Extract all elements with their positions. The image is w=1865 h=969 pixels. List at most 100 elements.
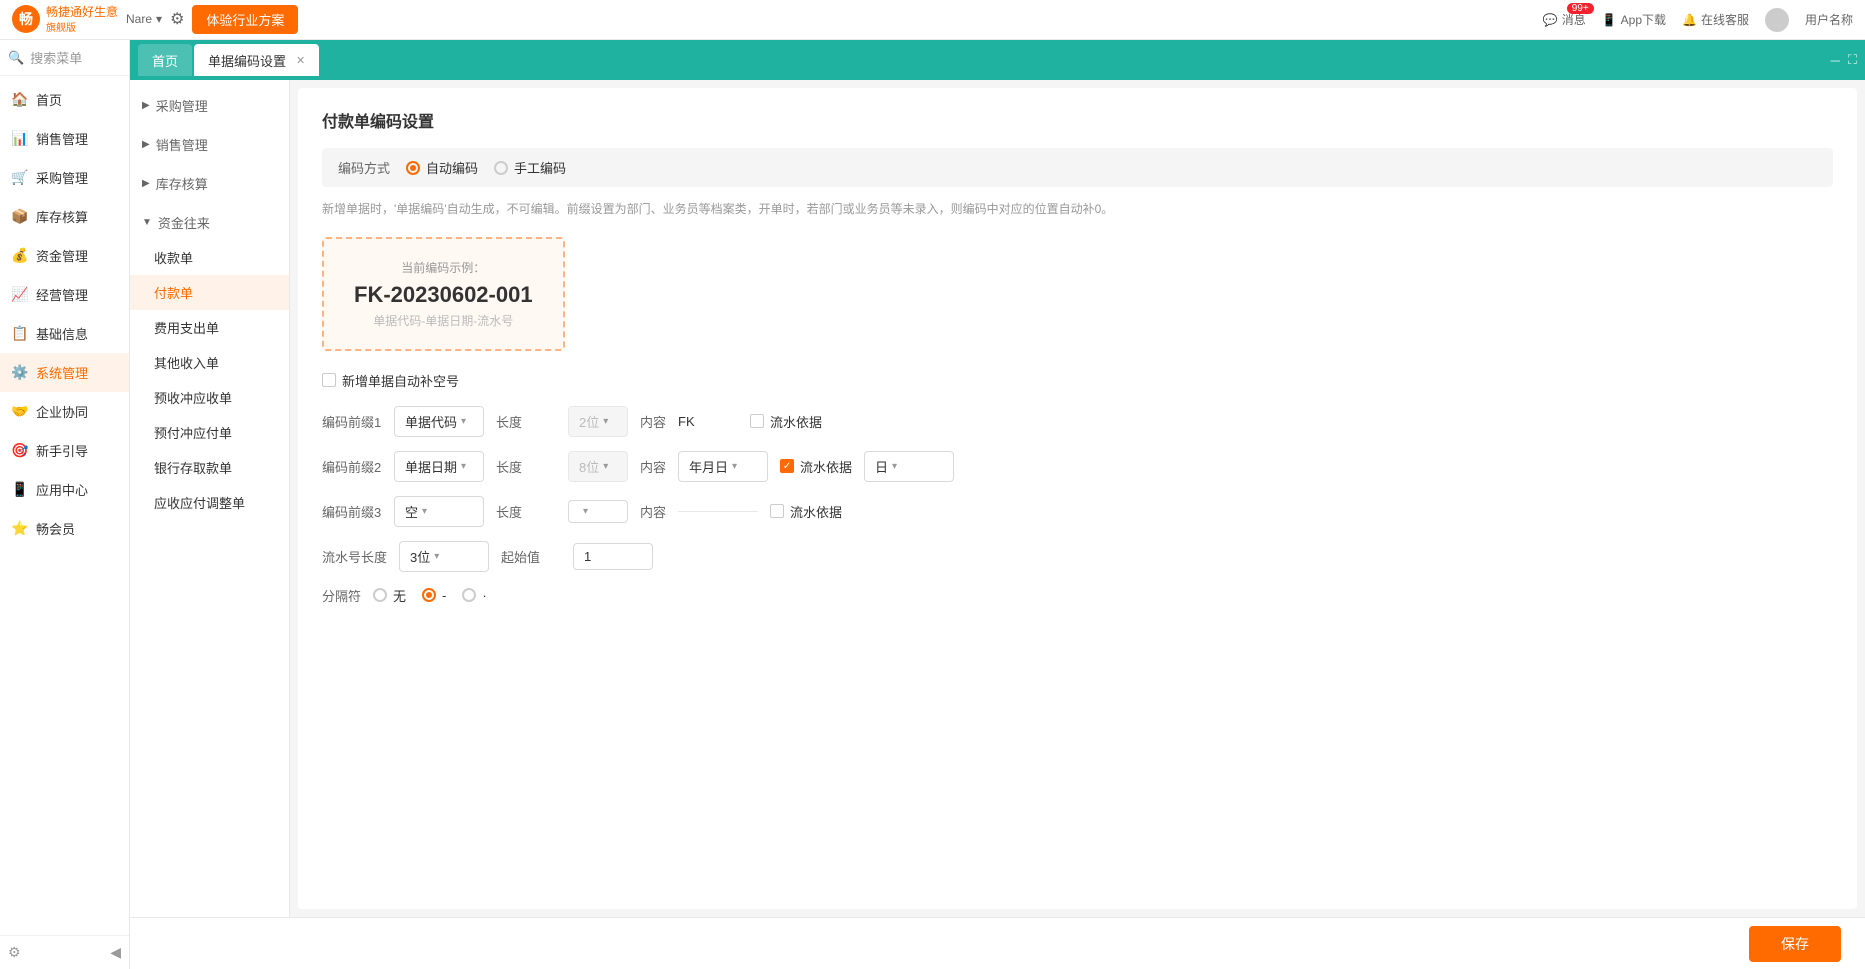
arrow-right-icon: ▶ [142,100,150,111]
sub-group-purchase-title[interactable]: ▶ 采购管理 [130,88,289,123]
sub-item-expense[interactable]: 费用支出单 [130,310,289,345]
sidebar-item-member[interactable]: ⭐ 畅会员 [0,509,129,548]
sidebar-item-basic[interactable]: 📋 基础信息 [0,314,129,353]
prefix2-serial-check[interactable]: ✓ 流水依据 [780,457,852,476]
prefix2-arrow: ▾ [461,461,466,472]
workspace-dropdown[interactable]: Nare ▾ [126,12,162,26]
prefix3-serial-check[interactable]: 流水依据 [770,502,842,521]
prefix1-select[interactable]: 单据代码 ▾ [394,406,484,437]
prefix1-length-value: 2位 [579,412,599,431]
sidebar-item-apps[interactable]: 📱 应用中心 [0,470,129,509]
sub-group-capital: ▼ 资金往来 收款单 付款单 费用支出单 其他收入单 预收冲应收单 预付冲应付单… [130,205,289,520]
user-avatar[interactable] [1765,8,1789,32]
sidebar-item-purchase[interactable]: 🛒 采购管理 [0,158,129,197]
settings-bottom-icon[interactable]: ⚙ [8,944,21,961]
prefix3-length-select[interactable]: ▾ [568,500,628,523]
tab-home[interactable]: 首页 [138,44,192,76]
sidebar-search[interactable]: 🔍 搜索菜单 [0,40,129,76]
preview-label: 当前编码示例： [401,259,485,276]
sidebar-item-inventory[interactable]: 📦 库存核算 [0,197,129,236]
sidebar-item-enterprise[interactable]: 🤝 企业协同 [0,392,129,431]
arrow-right-icon-2: ▶ [142,139,150,150]
prefix1-value: 单据代码 [405,412,457,431]
prefix2-row: 编码前缀2 单据日期 ▾ 长度 8位 ▾ 内容 年月日 ▾ [322,451,1833,482]
info-text: 新增单据时，'单据编码'自动生成，不可编辑。前缀设置为部门、业务员等档案类，开单… [322,199,1833,221]
arrow-right-icon-3: ▶ [142,178,150,189]
sidebar-item-system[interactable]: ⚙️ 系统管理 [0,353,129,392]
sep-other-radio [462,588,476,602]
sidebar-item-home[interactable]: 🏠 首页 [0,80,129,119]
prefix2-length-select: 8位 ▾ [568,451,628,482]
prefix2-serial-checkbox[interactable]: ✓ [780,459,794,473]
separator-other[interactable]: · [462,588,486,603]
sidebar-label-system: 系统管理 [36,363,88,382]
page-title: 付款单编码设置 [322,108,1833,132]
home-icon: 🏠 [12,92,28,108]
settings-icon[interactable]: ⚙ [170,9,184,29]
prefix2-content-select[interactable]: 年月日 ▾ [678,451,768,482]
radio-manual-label: 手工编码 [514,158,566,177]
separator-none[interactable]: 无 [373,586,406,605]
sub-item-bank-deposit[interactable]: 银行存取款单 [130,450,289,485]
sub-group-inventory-title[interactable]: ▶ 库存核算 [130,166,289,201]
service-button[interactable]: 🔔 在线客服 [1682,11,1749,28]
topbar-right: 💬 消息 99+ 📱 App下载 🔔 在线客服 用户名称 [1543,8,1853,32]
sidebar-item-operation[interactable]: 📈 经营管理 [0,275,129,314]
topbar-controls: Nare ▾ ⚙ 体验行业方案 [126,5,298,34]
separator-options: 无 - · [373,586,487,605]
sidebar-item-guide[interactable]: 🎯 新手引导 [0,431,129,470]
prefix2-select[interactable]: 单据日期 ▾ [394,451,484,482]
prefix1-serial-check[interactable]: 流水依据 [750,412,822,431]
app-download-button[interactable]: 📱 App下载 [1602,11,1666,28]
prefix3-serial-label: 流水依据 [790,502,842,521]
sub-group-sales-title[interactable]: ▶ 销售管理 [130,127,289,162]
sub-group-capital-label: 资金往来 [158,213,210,232]
operation-icon: 📈 [12,287,28,303]
prefix3-select[interactable]: 空 ▾ [394,496,484,527]
start-value-input[interactable] [573,543,653,570]
trial-button[interactable]: 体验行业方案 [192,5,298,34]
collapse-icon[interactable]: ◀ [110,944,121,961]
separator-dot[interactable]: - [422,588,446,603]
sidebar-nav: 🏠 首页 📊 销售管理 🛒 采购管理 📦 库存核算 💰 资金管理 📈 经 [0,76,129,935]
sub-group-capital-title[interactable]: ▼ 资金往来 [130,205,289,240]
prefix1-serial-checkbox[interactable] [750,414,764,428]
auto-fill-checkbox-row[interactable]: 新增单据自动补空号 [322,371,1833,390]
inventory-icon: 📦 [12,209,28,225]
prefix2-unit-arrow: ▾ [892,461,897,472]
sub-item-adjust[interactable]: 应收应付调整单 [130,485,289,520]
topbar: 畅 畅捷通好生意 旗舰版 Nare ▾ ⚙ 体验行业方案 💬 消息 99+ 📱 … [0,0,1865,40]
sidebar-item-sales[interactable]: 📊 销售管理 [0,119,129,158]
coding-radio-group: 自动编码 手工编码 [406,158,566,177]
prefix1-length-arrow: ▾ [603,416,608,427]
prefix2-content-label: 内容 [640,457,666,476]
bottom-bar: 保存 [130,917,1865,969]
sub-item-other-income[interactable]: 其他收入单 [130,345,289,380]
serial-length-select[interactable]: 3位 ▾ [399,541,489,572]
radio-manual[interactable]: 手工编码 [494,158,566,177]
prefix2-value: 单据日期 [405,457,457,476]
sidebar-item-capital[interactable]: 💰 资金管理 [0,236,129,275]
sub-item-payment[interactable]: 付款单 [130,275,289,310]
auto-fill-checkbox[interactable] [322,373,336,387]
save-button[interactable]: 保存 [1749,926,1841,962]
search-label: 搜索菜单 [30,48,82,67]
tab-encoding[interactable]: 单据编码设置 ✕ [194,44,319,76]
logo-main-text: 畅捷通好生意 [46,5,118,19]
prefix2-serial-unit-select[interactable]: 日 ▾ [864,451,954,482]
prefix3-label: 编码前缀3 [322,502,382,521]
sub-group-sales: ▶ 销售管理 [130,127,289,162]
message-button[interactable]: 💬 消息 99+ [1543,11,1586,28]
radio-auto[interactable]: 自动编码 [406,158,478,177]
tab-expand-icon[interactable]: ⛶ [1848,52,1857,68]
sub-item-receipt[interactable]: 收款单 [130,240,289,275]
tab-minimize-icon[interactable]: ─ [1831,53,1840,68]
sub-item-advance-payable[interactable]: 预付冲应付单 [130,415,289,450]
preview-desc: 单据代码-单据日期-流水号 [373,312,513,329]
logo-icon: 畅 [12,5,40,33]
tab-home-label: 首页 [152,51,178,70]
tab-close-icon[interactable]: ✕ [296,54,305,67]
sub-item-advance-receivable[interactable]: 预收冲应收单 [130,380,289,415]
serial-length-value: 3位 [410,547,430,566]
prefix3-serial-checkbox[interactable] [770,504,784,518]
